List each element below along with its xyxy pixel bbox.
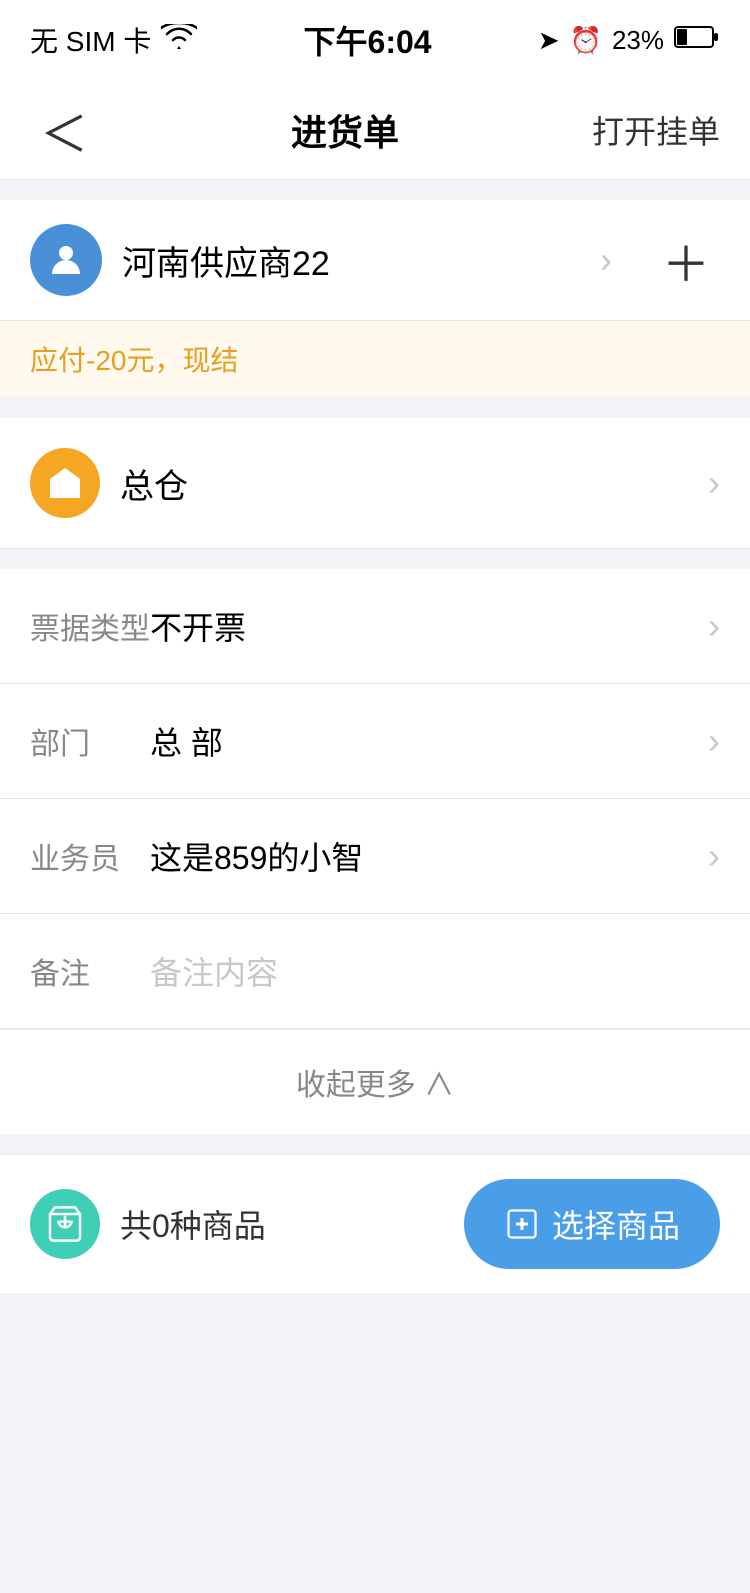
gap-1 [0,180,750,200]
battery-icon [674,25,720,56]
supplier-row[interactable]: 河南供应商22 › ＋ [0,200,750,321]
status-time: 下午6:04 [304,17,432,63]
product-count: 共0种商品 [120,1201,464,1247]
status-right: ➤ ⏰ 23% [538,25,720,56]
status-left: 无 SIM 卡 [30,20,197,60]
invoice-type-value: 不开票 [150,603,708,649]
supplier-section: 河南供应商22 › ＋ 应付-20元，现结 [0,200,750,398]
department-label: 部门 [30,719,150,763]
warehouse-chevron-icon: › [708,462,720,504]
footer-bar: 共0种商品 选择商品 [0,1154,750,1293]
gap-2 [0,398,750,418]
supplier-avatar [30,224,102,296]
department-value: 总 部 [150,718,708,764]
alarm-icon: ⏰ [570,25,602,56]
add-button[interactable]: ＋ [652,225,720,295]
nav-bar: ＜ 进货单 打开挂单 [0,80,750,180]
gap-4 [0,1134,750,1154]
notice-text: 应付-20元，现结 [30,345,238,376]
department-chevron-icon: › [708,720,720,762]
remark-row[interactable]: 备注 备注内容 [0,914,750,1029]
page-title: 进货单 [291,104,399,156]
bottom-area [0,1293,750,1593]
remark-label: 备注 [30,949,150,993]
salesperson-row[interactable]: 业务员 这是859的小智 › [0,799,750,914]
back-button[interactable]: ＜ [30,95,98,165]
supplier-chevron-icon: › [600,239,612,281]
wifi-icon [161,24,197,57]
select-product-label: 选择商品 [552,1201,680,1247]
salesperson-label: 业务员 [30,834,150,878]
salesperson-chevron-icon: › [708,835,720,877]
cart-icon [30,1189,100,1259]
open-pending-button[interactable]: 打开挂单 [592,107,720,153]
select-product-button[interactable]: 选择商品 [464,1179,720,1269]
warehouse-name: 总仓 [120,459,708,508]
gap-3 [0,549,750,569]
invoice-type-row[interactable]: 票据类型 不开票 › [0,569,750,684]
form-section: 票据类型 不开票 › 部门 总 部 › 业务员 这是859的小智 › 备注 备注… [0,569,750,1134]
invoice-type-label: 票据类型 [30,604,150,648]
notice-bar: 应付-20元，现结 [0,321,750,398]
sim-label: 无 SIM 卡 [30,20,151,60]
status-bar: 无 SIM 卡 下午6:04 ➤ ⏰ 23% [0,0,750,80]
warehouse-row[interactable]: 总仓 › [0,418,750,549]
collapse-button[interactable]: 收起更多 ∧ [0,1029,750,1134]
department-row[interactable]: 部门 总 部 › [0,684,750,799]
remark-value: 备注内容 [150,948,720,994]
supplier-name: 河南供应商22 [122,236,600,285]
salesperson-value: 这是859的小智 [150,833,708,879]
warehouse-icon [30,448,100,518]
battery-label: 23% [612,25,664,56]
invoice-type-chevron-icon: › [708,605,720,647]
location-icon: ➤ [538,25,560,56]
